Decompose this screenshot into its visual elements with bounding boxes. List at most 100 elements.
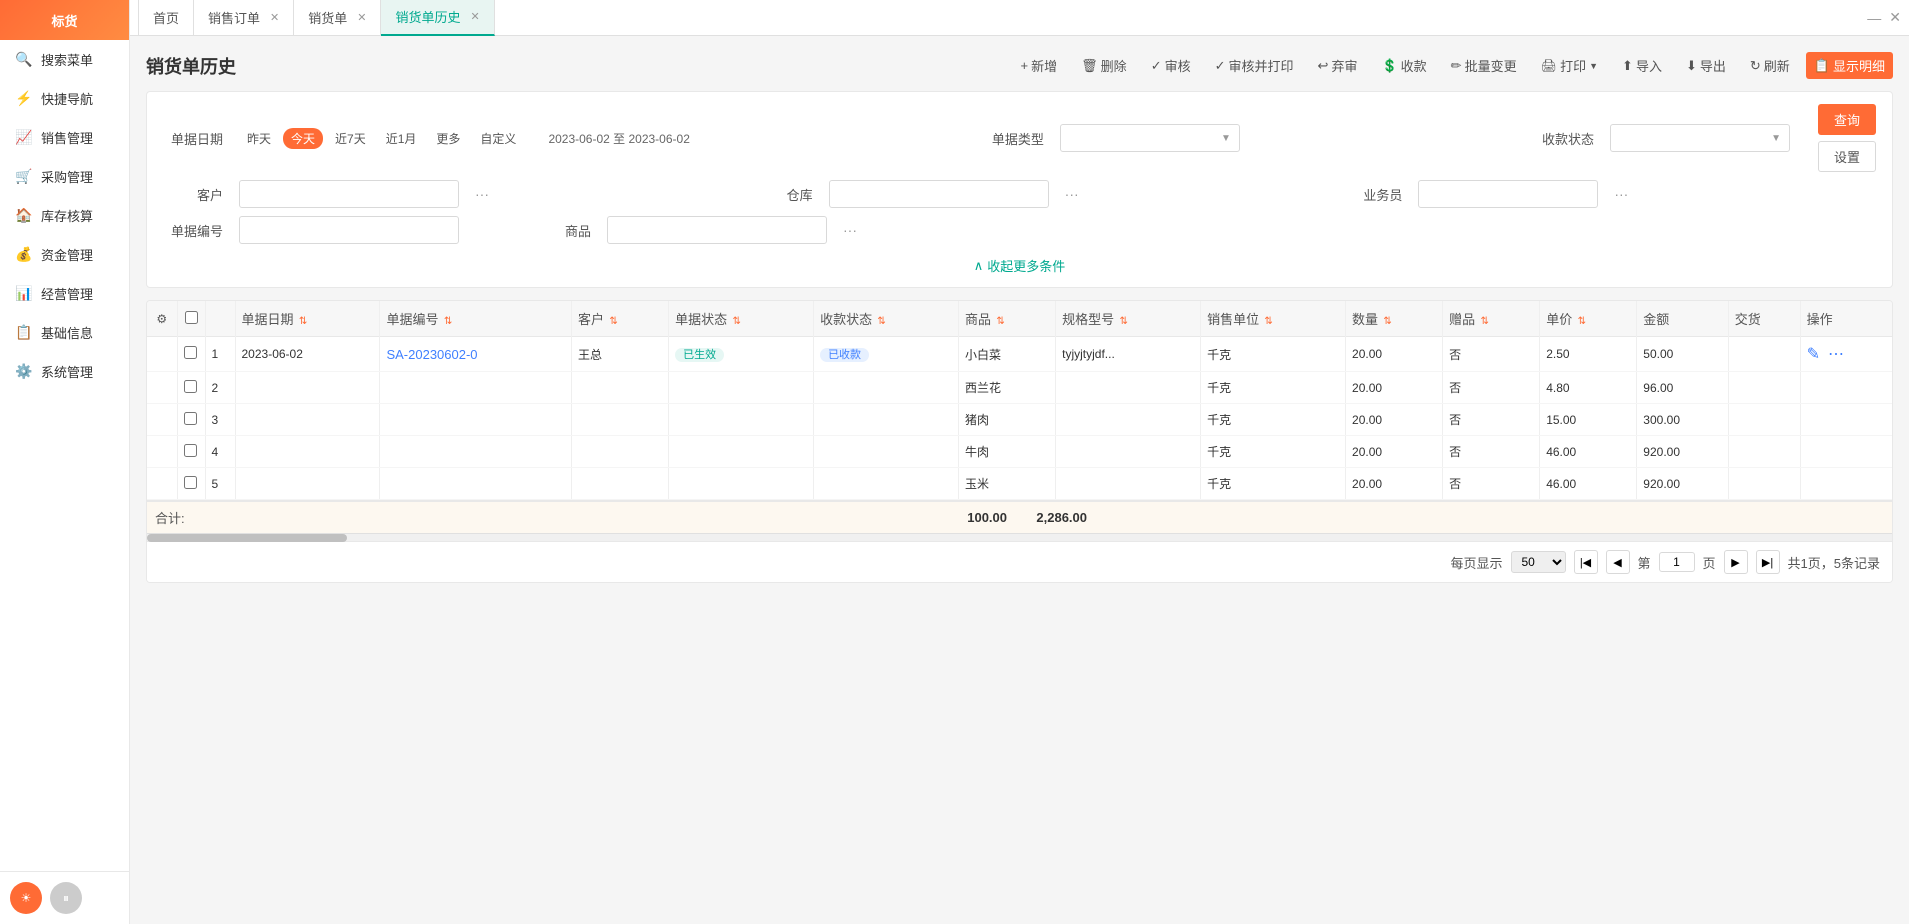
customer-input[interactable] [239,180,459,208]
cell-checkbox[interactable] [177,404,205,436]
abandon-button[interactable]: ↩ 弃审 [1310,52,1366,79]
tab-home[interactable]: 首页 [138,0,194,36]
tab-sales-history-close[interactable]: ✕ [471,10,480,23]
salesperson-input[interactable] [1418,180,1598,208]
cell-doc-no[interactable]: SA-20230602-0 [380,337,572,372]
cell-checkbox[interactable] [177,337,205,372]
sidebar-item-quick-nav[interactable]: ⚡ 快捷导航 [0,79,129,118]
sidebar-bottom-btn1[interactable]: ☀ [10,882,42,914]
settings-button[interactable]: 设置 [1818,141,1876,172]
date-chip-custom[interactable]: 自定义 [472,128,524,149]
collect-button[interactable]: 💲 收款 [1373,52,1434,79]
col-customer[interactable]: 客户 ⇅ [572,301,669,337]
cell-checkbox[interactable] [177,436,205,468]
col-gift[interactable]: 赠品 ⇅ [1443,301,1540,337]
content-area: 销货单历史 + 新增 🗑 删除 ✓ 审核 ✓ 审核并打印 [130,36,1909,924]
tab-sales-history[interactable]: 销货单历史 ✕ [381,0,494,36]
col-qty[interactable]: 数量 ⇅ [1346,301,1443,337]
page-prev-button[interactable]: ◀ [1606,550,1630,574]
page-next-button[interactable]: ▶ [1724,550,1748,574]
tab-sales-order-close[interactable]: ✕ [270,11,279,24]
col-doc-status[interactable]: 单据状态 ⇅ [669,301,814,337]
collapse-button[interactable]: ∧ 收起更多条件 [163,252,1876,275]
doc-no-input[interactable] [239,216,459,244]
warehouse-input[interactable] [829,180,1049,208]
sidebar-item-inventory[interactable]: 🏠 库存核算 [0,196,129,235]
delete-button[interactable]: 🗑 删除 [1073,52,1135,79]
sidebar-item-operations[interactable]: 📊 经营管理 [0,274,129,313]
scroll-thumb[interactable] [147,534,347,542]
date-chip-7days[interactable]: 近7天 [327,128,374,149]
cell-checkbox[interactable] [177,372,205,404]
sidebar-item-system-mgmt[interactable]: ⚙️ 系统管理 [0,352,129,391]
batch-change-button[interactable]: ✏ 批量变更 [1443,52,1525,79]
cell-rownum: 2 [205,372,235,404]
sidebar-item-sales-mgmt[interactable]: 📈 销售管理 [0,118,129,157]
tab-close-all-icon[interactable]: ✕ [1889,9,1901,26]
col-spec[interactable]: 规格型号 ⇅ [1056,301,1201,337]
refresh-button[interactable]: ↻ 刷新 [1742,52,1798,79]
cell-rownum: 5 [205,468,235,500]
col-doc-date[interactable]: 单据日期 ⇅ [235,301,380,337]
tab-sales-order[interactable]: 销售订单 ✕ [194,0,294,36]
col-unit-price[interactable]: 单价 ⇅ [1540,301,1637,337]
tab-sales-goods-close[interactable]: ✕ [357,11,366,24]
review-print-button[interactable]: ✓ 审核并打印 [1207,52,1302,79]
system-icon: ⚙️ [15,363,33,380]
col-unit[interactable]: 销售单位 ⇅ [1201,301,1346,337]
sidebar-item-purchase-mgmt[interactable]: 🛒 采购管理 [0,157,129,196]
col-checkbox[interactable] [177,301,205,337]
tab-sales-goods[interactable]: 销货单 ✕ [294,0,381,36]
review-button[interactable]: ✓ 审核 [1143,52,1199,79]
date-chip-today[interactable]: 今天 [283,128,323,149]
row-checkbox[interactable] [184,444,197,457]
new-button[interactable]: + 新增 [1013,52,1066,79]
date-chip-1month[interactable]: 近1月 [378,128,425,149]
col-gear[interactable]: ⚙ [147,301,177,337]
col-payment-status[interactable]: 收款状态 ⇅ [814,301,959,337]
doc-no-link[interactable]: SA-20230602-0 [386,347,477,362]
col-doc-no[interactable]: 单据编号 ⇅ [380,301,572,337]
col-product[interactable]: 商品 ⇅ [959,301,1056,337]
row-checkbox[interactable] [184,380,197,393]
cell-amount: 920.00 [1637,436,1728,468]
page-first-button[interactable]: |◀ [1574,550,1598,574]
page-size-select[interactable]: 50 10 20 100 [1511,551,1566,573]
cell-checkbox[interactable] [177,468,205,500]
sidebar-item-basic-info[interactable]: 📋 基础信息 [0,313,129,352]
page-last-button[interactable]: ▶| [1756,550,1780,574]
date-chip-yesterday[interactable]: 昨天 [239,128,279,149]
import-button[interactable]: ⬆ 导入 [1614,52,1670,79]
row-checkbox[interactable] [184,476,197,489]
payment-status-select[interactable]: ▼ [1610,124,1790,152]
show-detail-button[interactable]: 📋 显示明细 [1806,52,1893,79]
row-checkbox[interactable] [184,412,197,425]
sidebar-bottom-btn2[interactable]: ⏸ [50,882,82,914]
horizontal-scrollbar[interactable] [147,533,1892,541]
tab-minimize-icon[interactable]: — [1867,10,1881,26]
page-size-label: 每页显示 [1450,553,1502,572]
edit-icon[interactable]: ✎ [1807,344,1820,364]
warehouse-ellipsis[interactable]: ··· [1065,186,1079,202]
salesperson-ellipsis[interactable]: ··· [1614,186,1628,202]
sidebar-item-finance[interactable]: 💰 资金管理 [0,235,129,274]
product-input[interactable] [607,216,827,244]
col-trade: 交货 [1728,301,1800,337]
product-ellipsis[interactable]: ··· [843,222,857,238]
customer-ellipsis[interactable]: ··· [475,186,489,202]
export-button[interactable]: ⬇ 导出 [1678,52,1734,79]
row-checkbox[interactable] [184,346,197,359]
select-all-checkbox[interactable] [185,311,198,324]
cell-gift: 否 [1443,468,1540,500]
sidebar-item-search-menu[interactable]: 🔍 搜索菜单 [0,40,129,79]
date-chip-more[interactable]: 更多 [428,128,468,149]
page-number-input[interactable] [1659,552,1695,572]
filter-row-1: 单据日期 昨天 今天 近7天 近1月 更多 自定义 2023-06-02 至 2… [163,104,1876,172]
print-button[interactable]: 🖨 打印 ▼ [1533,52,1606,79]
cell-amount: 50.00 [1637,337,1728,372]
doc-type-select[interactable]: ▼ [1060,124,1240,152]
more-icon[interactable]: ⋯ [1828,344,1844,364]
query-button[interactable]: 查询 [1818,104,1876,135]
collect-label: 收款 [1401,56,1427,75]
cell-qty: 20.00 [1346,404,1443,436]
